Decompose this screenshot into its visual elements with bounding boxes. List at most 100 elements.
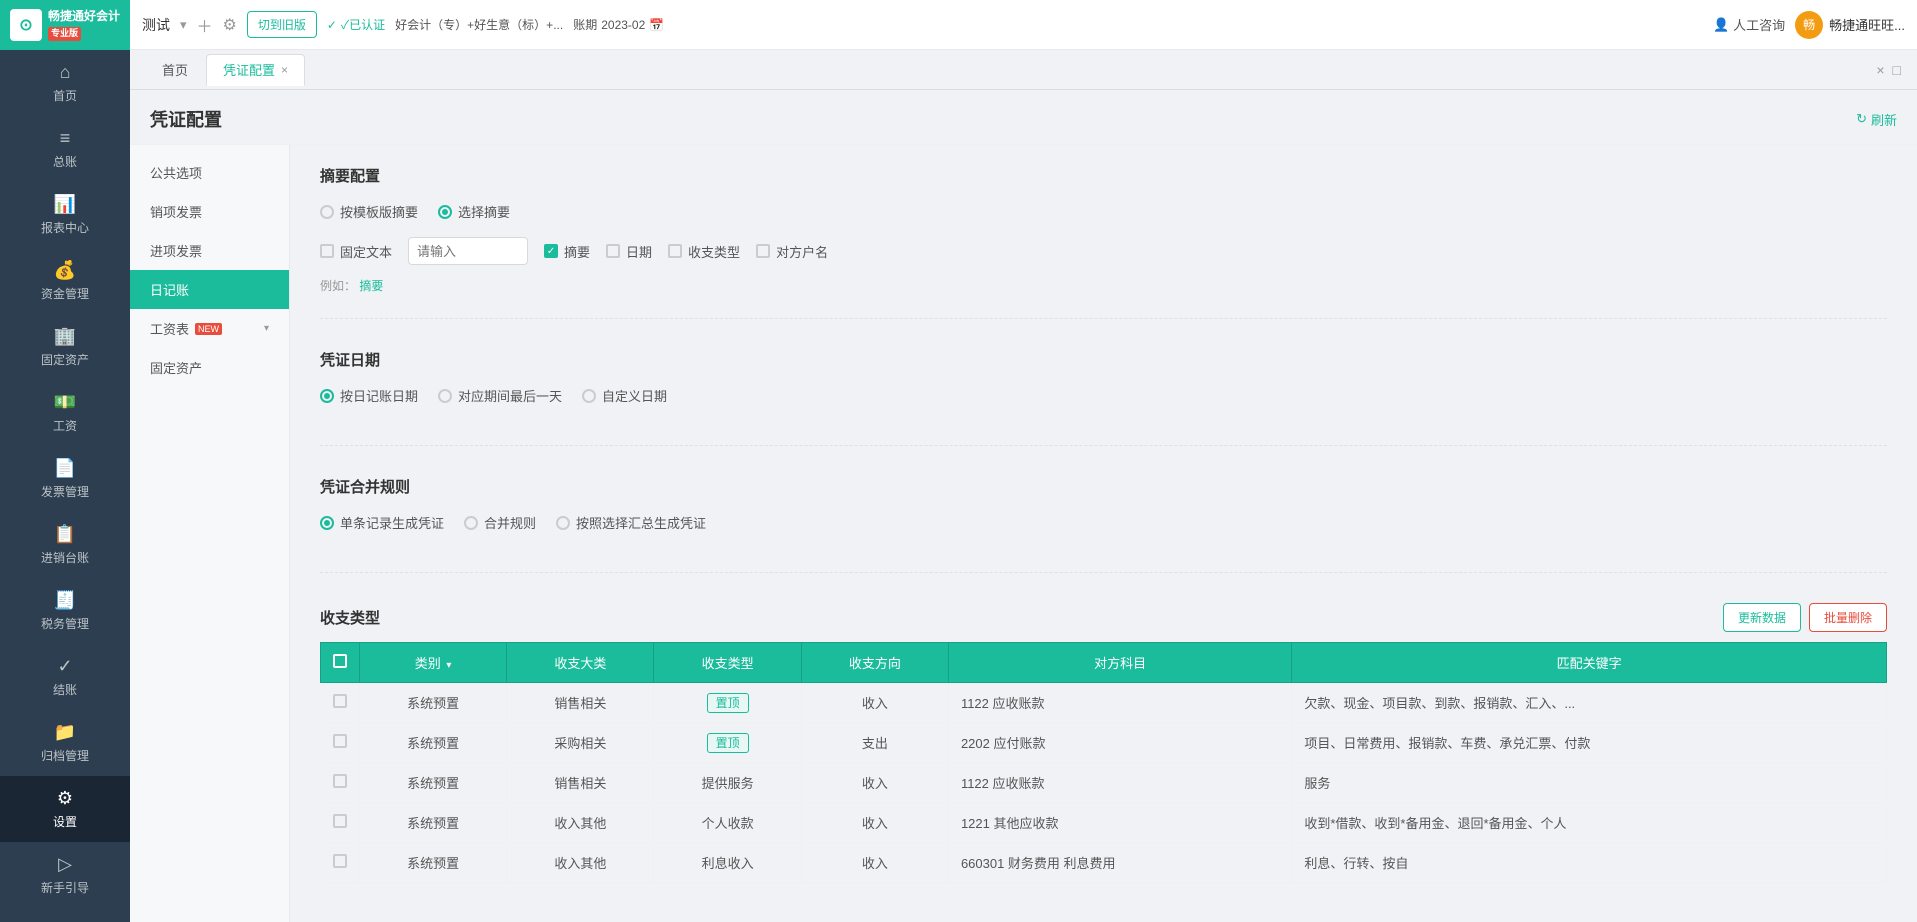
tab-close-icon[interactable]: × — [281, 63, 288, 77]
sidebar-item-funds[interactable]: 💰 资金管理 — [0, 248, 130, 314]
summary-label: 摘要 — [564, 242, 590, 261]
username-label: 畅捷通旺旺... — [1829, 15, 1905, 34]
checkbox-counterpart[interactable]: 对方户名 — [756, 242, 828, 261]
top-tag[interactable]: 置顶 — [707, 733, 749, 753]
sidebar-item-home-label: 首页 — [53, 87, 77, 104]
checkbox-income-type[interactable]: 收支类型 — [668, 242, 740, 261]
sidebar-item-archive[interactable]: 📁 归档管理 — [0, 710, 130, 776]
radio-single-record[interactable]: 单条记录生成凭证 — [320, 513, 444, 532]
row-major: 采购相关 — [507, 723, 654, 763]
sidebar-item-invoice[interactable]: 📄 发票管理 — [0, 446, 130, 512]
left-nav-fixed[interactable]: 固定资产 — [130, 348, 289, 387]
sidebar-item-salary[interactable]: 💵 工资 — [0, 380, 130, 446]
window-close-btn[interactable]: × — [1876, 62, 1884, 78]
topbar-add-icon[interactable]: ＋ — [197, 13, 213, 37]
reports-icon: 📊 — [54, 194, 76, 215]
sidebar-item-ledger[interactable]: ≡ 总账 — [0, 116, 130, 182]
refresh-button[interactable]: ↻ 刷新 — [1856, 110, 1897, 129]
checkbox-date[interactable]: 日期 — [606, 242, 652, 261]
counterpart-label: 对方户名 — [776, 242, 828, 261]
salary-icon: 💵 — [54, 392, 76, 413]
row-checkbox-cell[interactable] — [321, 723, 360, 763]
row-type: 置顶 — [654, 683, 801, 723]
radio-merge-rules[interactable]: 合并规则 — [464, 513, 536, 532]
voucher-date-section: 凭证日期 按日记账日期 对应期间最后一天 自定义日期 — [320, 349, 1887, 446]
logo-icon: ⊙ — [10, 9, 42, 41]
select-all-col[interactable] — [321, 643, 360, 683]
row-checkbox[interactable] — [333, 774, 347, 788]
refresh-icon: ↻ — [1856, 111, 1867, 127]
sidebar-item-purchase[interactable]: 📋 进销台账 — [0, 512, 130, 578]
col-category-label: 类别 — [415, 656, 441, 671]
topbar-dropdown-icon[interactable]: ▾ — [180, 17, 187, 33]
row-checkbox[interactable] — [333, 694, 347, 708]
tab-home[interactable]: 首页 — [146, 54, 204, 86]
topbar-gear-icon[interactable]: ⚙ — [223, 15, 237, 35]
fixed-text-input[interactable] — [408, 237, 528, 265]
sidebar-item-guide[interactable]: ▷ 新手引导 — [0, 842, 130, 908]
sidebar-item-tax-label: 税务管理 — [41, 615, 89, 632]
radio-template-summary[interactable]: 按模板版摘要 — [320, 202, 418, 221]
batch-delete-button[interactable]: 批量删除 — [1809, 603, 1887, 632]
left-nav-public-label: 公共选项 — [150, 163, 202, 182]
sidebar-item-settlement[interactable]: ✓ 结账 — [0, 644, 130, 710]
period-value: 2023-02 — [601, 18, 645, 32]
sidebar-item-funds-label: 资金管理 — [41, 285, 89, 302]
checkbox-fixed-text[interactable]: 固定文本 — [320, 242, 392, 261]
app-logo: ⊙ 畅捷通好会计 专业版 — [0, 0, 130, 50]
left-nav-journal[interactable]: 日记账 — [130, 270, 289, 309]
help-btn[interactable]: 👤 人工咨询 — [1713, 15, 1785, 34]
sidebar: ⊙ 畅捷通好会计 专业版 ⌂ 首页 ≡ 总账 📊 报表中心 💰 资金管理 🏢 固… — [0, 0, 130, 922]
row-checkbox-cell[interactable] — [321, 763, 360, 803]
row-checkbox-cell[interactable] — [321, 683, 360, 723]
sidebar-item-invoice-label: 发票管理 — [41, 483, 89, 500]
logo-name: 畅捷通好会计 — [48, 9, 120, 25]
sort-icon[interactable]: ▾ — [446, 660, 451, 671]
row-checkbox[interactable] — [333, 854, 347, 868]
sidebar-item-tax[interactable]: 🧾 税务管理 — [0, 578, 130, 644]
row-checkbox-cell[interactable] — [321, 843, 360, 883]
tabs-bar: 首页 凭证配置 × × □ — [130, 50, 1917, 90]
radio-custom-date[interactable]: 自定义日期 — [582, 386, 667, 405]
row-checkbox[interactable] — [333, 734, 347, 748]
date-label: 日期 — [626, 242, 652, 261]
tab-voucher-config[interactable]: 凭证配置 × — [206, 54, 305, 86]
switch-version-button[interactable]: 切到旧版 — [247, 11, 317, 38]
left-nav-public[interactable]: 公共选项 — [130, 153, 289, 192]
left-nav-sales[interactable]: 销项发票 — [130, 192, 289, 231]
col-keywords-label: 匹配关键字 — [1557, 656, 1622, 671]
radio-select-label: 选择摘要 — [458, 202, 510, 221]
radio-period-last[interactable]: 对应期间最后一天 — [438, 386, 562, 405]
sidebar-item-settings[interactable]: ⚙ 设置 — [0, 776, 130, 842]
certified-label: ✓已认证 — [341, 16, 385, 33]
row-subject: 2202 应付账款 — [948, 723, 1291, 763]
window-expand-btn[interactable]: □ — [1893, 62, 1901, 78]
sidebar-item-member[interactable]: V 畅会员 — [0, 908, 130, 922]
col-keywords: 匹配关键字 — [1292, 643, 1887, 683]
sidebar-item-reports[interactable]: 📊 报表中心 — [0, 182, 130, 248]
left-nav-salary[interactable]: 工资表 NEW ▾ — [130, 309, 289, 348]
left-nav-purchase-inv[interactable]: 进项发票 — [130, 231, 289, 270]
row-checkbox-cell[interactable] — [321, 803, 360, 843]
row-direction: 收入 — [801, 683, 948, 723]
row-category: 系统预置 — [360, 843, 507, 883]
top-tag[interactable]: 置顶 — [707, 693, 749, 713]
left-nav-fixed-label: 固定资产 — [150, 358, 202, 377]
radio-summary-total[interactable]: 按照选择汇总生成凭证 — [556, 513, 706, 532]
select-all-checkbox[interactable] — [333, 654, 347, 668]
row-keywords: 服务 — [1292, 763, 1887, 803]
update-data-button[interactable]: 更新数据 — [1723, 603, 1801, 632]
sidebar-item-home[interactable]: ⌂ 首页 — [0, 50, 130, 116]
sidebar-item-assets[interactable]: 🏢 固定资产 — [0, 314, 130, 380]
checkbox-summary[interactable]: ✓ 摘要 — [544, 242, 590, 261]
user-menu[interactable]: 畅 畅捷通旺旺... — [1795, 11, 1905, 39]
radio-select-summary[interactable]: 选择摘要 — [438, 202, 510, 221]
row-type: 置顶 — [654, 723, 801, 763]
radio-journal-date[interactable]: 按日记账日期 — [320, 386, 418, 405]
summary-section-title: 摘要配置 — [320, 165, 1887, 186]
config-content: 摘要配置 按模板版摘要 选择摘要 — [290, 145, 1917, 922]
calendar-icon[interactable]: 📅 — [649, 18, 664, 32]
income-type-table: 类别 ▾ 收支大类 收支类型 收支方向 — [320, 642, 1887, 883]
row-checkbox[interactable] — [333, 814, 347, 828]
radio-period-last-label: 对应期间最后一天 — [458, 386, 562, 405]
